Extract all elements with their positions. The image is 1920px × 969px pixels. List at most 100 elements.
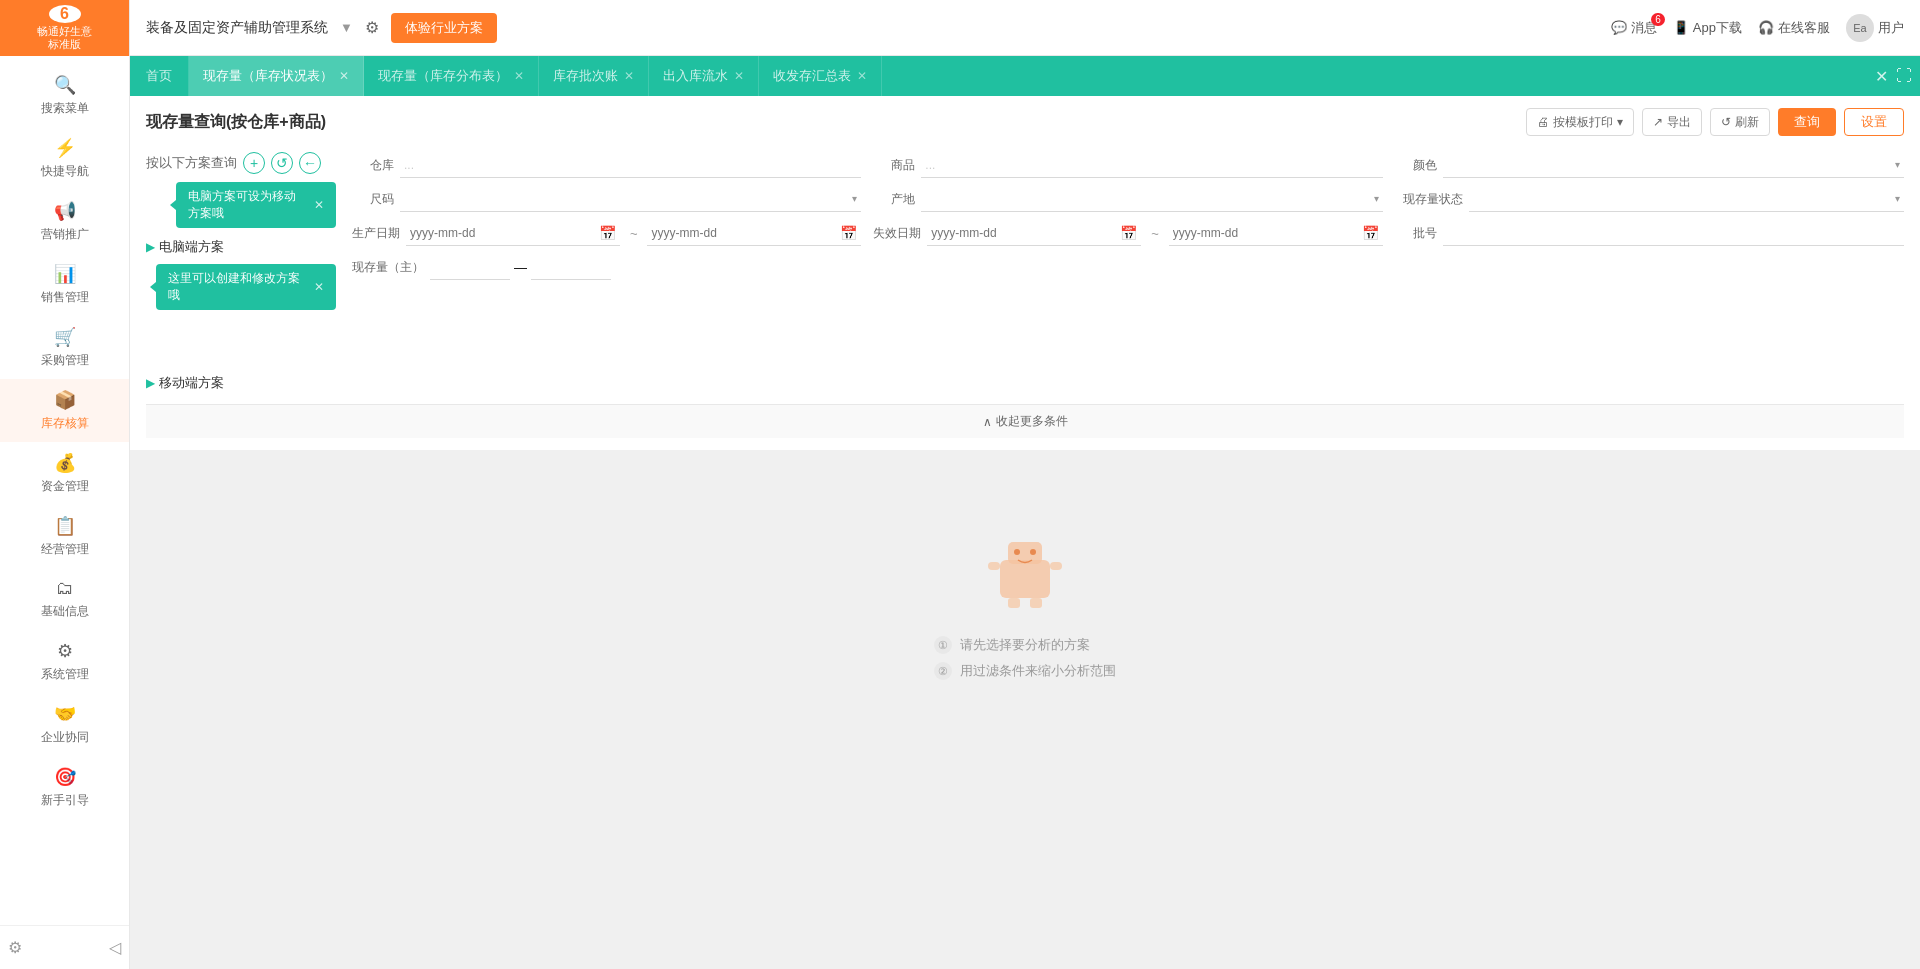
- collapse-sidebar-icon[interactable]: ◁: [109, 938, 121, 957]
- panel-title-bar: 现存量查询(按仓库+商品) 🖨 按模板打印 ▾ ↗ 导出 ↺: [146, 96, 1904, 144]
- prod-date-start[interactable]: [410, 226, 599, 240]
- color-field: 颜色 ▾: [1395, 152, 1904, 178]
- exp-date-start-input[interactable]: 📅: [927, 220, 1141, 246]
- inventory-sep: —: [514, 260, 527, 275]
- batch-label: 批号: [1395, 225, 1437, 242]
- exp-date-end-input[interactable]: 📅: [1169, 220, 1383, 246]
- prod-date-end-input[interactable]: 📅: [647, 220, 861, 246]
- refresh-scheme-button[interactable]: ↺: [271, 152, 293, 174]
- tab-close-icon[interactable]: ✕: [339, 69, 349, 83]
- system-name: 装备及固定资产辅助管理系统: [146, 19, 328, 37]
- tab-batch-account[interactable]: 库存批次账 ✕: [539, 56, 649, 96]
- user-profile-button[interactable]: Ea 用户: [1846, 14, 1904, 42]
- prod-date-label: 生产日期: [352, 225, 400, 242]
- back-scheme-button[interactable]: ←: [299, 152, 321, 174]
- sidebar-item-collab[interactable]: 🤝 企业协同: [0, 693, 129, 756]
- scheme-tree: ▶ 电脑端方案: [146, 234, 346, 260]
- sidebar: 6 畅通好生意 标准版 🔍 搜索菜单 ⚡ 快捷导航 📢 营销推广 📊 销售管理 …: [0, 0, 130, 969]
- tab-in-out-flow[interactable]: 出入库流水 ✕: [649, 56, 759, 96]
- tab-home[interactable]: 首页: [130, 56, 189, 96]
- tab-summary[interactable]: 收发存汇总表 ✕: [759, 56, 882, 96]
- sidebar-item-inventory[interactable]: 📦 库存核算: [0, 379, 129, 442]
- system-dropdown-icon[interactable]: ▼: [340, 20, 353, 35]
- tooltip2-close-icon[interactable]: ✕: [314, 280, 324, 294]
- filter-row-3: 生产日期 📅 ~ 📅: [352, 220, 1904, 246]
- origin-select[interactable]: ▾: [921, 186, 1382, 212]
- tab-expand-icon[interactable]: ⛶: [1896, 67, 1912, 85]
- origin-dropdown-icon: ▾: [1374, 193, 1379, 204]
- prod-date-start-input[interactable]: 📅: [406, 220, 620, 246]
- refresh-button[interactable]: ↺ 刷新: [1710, 108, 1770, 136]
- tab-close-icon[interactable]: ✕: [734, 69, 744, 83]
- tooltip1-close-icon[interactable]: ✕: [314, 198, 324, 212]
- clipboard-icon: 📋: [54, 515, 76, 537]
- tab-close-all-icon[interactable]: ✕: [1875, 67, 1888, 86]
- filter-row-2: 尺码 ▾ 产地 ▾: [352, 186, 1904, 212]
- app-download-button[interactable]: 📱 App下载: [1673, 19, 1742, 37]
- sidebar-item-quick-nav[interactable]: ⚡ 快捷导航: [0, 127, 129, 190]
- stock-status-select[interactable]: ▾: [1469, 186, 1904, 212]
- export-icon: ↗: [1653, 115, 1663, 129]
- stock-status-field: 现存量状态 ▾: [1395, 186, 1904, 212]
- warehouse-label: 仓库: [352, 157, 394, 174]
- printer-icon: 🖨: [1537, 115, 1549, 129]
- sidebar-item-finance[interactable]: 💰 资金管理: [0, 442, 129, 505]
- megaphone-icon: 📢: [54, 200, 76, 222]
- warehouse-select[interactable]: ...: [400, 152, 861, 178]
- collapse-button[interactable]: ∧ 收起更多条件: [146, 404, 1904, 438]
- tab-inventory-status[interactable]: 现存量（库存状况表） ✕: [189, 56, 364, 96]
- sidebar-item-search[interactable]: 🔍 搜索菜单: [0, 64, 129, 127]
- sidebar-item-label: 采购管理: [41, 352, 89, 369]
- sidebar-item-marketing[interactable]: 📢 营销推广: [0, 190, 129, 253]
- scheme-group-header[interactable]: ▶ 电脑端方案: [146, 234, 346, 260]
- inventory-end-input[interactable]: [531, 254, 611, 280]
- sidebar-item-purchase[interactable]: 🛒 采购管理: [0, 316, 129, 379]
- inventory-label: 现存量（主）: [352, 259, 424, 276]
- template-print-button[interactable]: 🖨 按模板打印 ▾: [1526, 108, 1634, 136]
- tab-close-icon[interactable]: ✕: [514, 69, 524, 83]
- sidebar-item-label: 库存核算: [41, 415, 89, 432]
- size-select[interactable]: ▾: [400, 186, 861, 212]
- avatar: Ea: [1846, 14, 1874, 42]
- add-scheme-button[interactable]: +: [243, 152, 265, 174]
- tab-inventory-dist[interactable]: 现存量（库存分布表） ✕: [364, 56, 539, 96]
- sidebar-item-system[interactable]: ⚙ 系统管理: [0, 630, 129, 693]
- batch-input[interactable]: [1443, 220, 1904, 246]
- color-select[interactable]: ▾: [1443, 152, 1904, 178]
- date-range-sep: ~: [1147, 226, 1163, 241]
- sidebar-item-operations[interactable]: 📋 经营管理: [0, 505, 129, 568]
- exp-date-end[interactable]: [1173, 226, 1362, 240]
- set-button[interactable]: 设置: [1844, 108, 1904, 136]
- query-button[interactable]: 查询: [1778, 108, 1836, 136]
- color-label: 颜色: [1395, 157, 1437, 174]
- tab-bar: 首页 现存量（库存状况表） ✕ 现存量（库存分布表） ✕ 库存批次账 ✕ 出入库…: [130, 56, 1920, 96]
- prod-date-end[interactable]: [651, 226, 840, 240]
- exp-date-start[interactable]: [931, 226, 1120, 240]
- product-select[interactable]: ...: [921, 152, 1382, 178]
- inventory-start-input[interactable]: [430, 254, 510, 280]
- step-1-num: ①: [934, 636, 952, 654]
- refresh-icon: ↺: [1721, 115, 1731, 129]
- settings-button[interactable]: ⚙: [365, 18, 379, 37]
- sidebar-item-label: 新手引导: [41, 792, 89, 809]
- scheme-group-desktop: ▶ 电脑端方案: [146, 234, 346, 260]
- message-button[interactable]: 💬 6 消息: [1611, 19, 1657, 37]
- sidebar-item-sales[interactable]: 📊 销售管理: [0, 253, 129, 316]
- export-button[interactable]: ↗ 导出: [1642, 108, 1702, 136]
- settings-icon[interactable]: ⚙: [8, 938, 22, 957]
- header-right: 💬 6 消息 📱 App下载 🎧 在线客服 Ea 用户: [1611, 14, 1904, 42]
- sidebar-item-label: 快捷导航: [41, 163, 89, 180]
- sidebar-item-guide[interactable]: 🎯 新手引导: [0, 756, 129, 819]
- sidebar-item-basics[interactable]: 🗂 基础信息: [0, 568, 129, 630]
- inventory-range: —: [430, 254, 611, 280]
- svg-rect-1: [1008, 542, 1042, 564]
- tab-close-icon[interactable]: ✕: [857, 69, 867, 83]
- online-support-button[interactable]: 🎧 在线客服: [1758, 19, 1830, 37]
- empty-steps: ① 请先选择要分析的方案 ② 用过滤条件来缩小分析范围: [934, 636, 1116, 680]
- product-placeholder: ...: [925, 158, 1378, 172]
- scheme-group-mobile-header[interactable]: ▶ 移动端方案: [146, 370, 336, 396]
- size-dropdown-icon: ▾: [852, 193, 857, 204]
- tooltip-text-1: 电脑方案可设为移动方案哦: [188, 188, 306, 222]
- tab-close-icon[interactable]: ✕: [624, 69, 634, 83]
- experience-button[interactable]: 体验行业方案: [391, 13, 497, 43]
